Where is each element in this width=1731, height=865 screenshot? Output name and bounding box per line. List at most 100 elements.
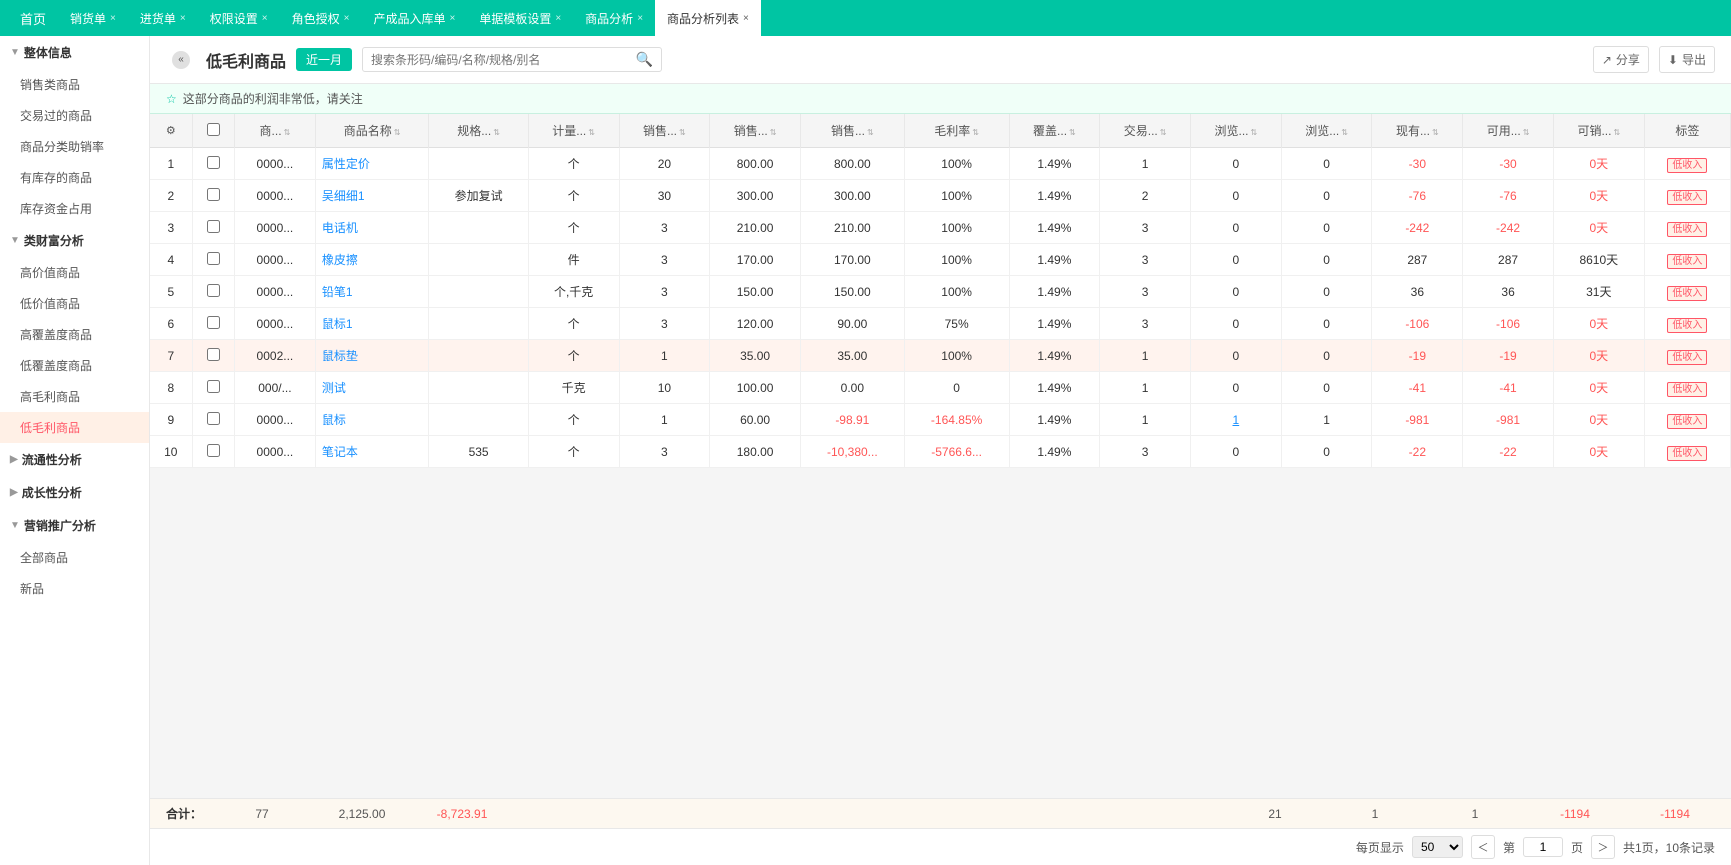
- sidebar-group-wealth[interactable]: ▼ 类财富分析: [0, 224, 149, 257]
- row-name[interactable]: 属性定价: [315, 148, 429, 180]
- row-checkbox[interactable]: [192, 276, 234, 308]
- row-checkbox[interactable]: [192, 308, 234, 340]
- row-name[interactable]: 铅笔1: [315, 276, 429, 308]
- sidebar-item-traded-products[interactable]: 交易过的商品: [0, 100, 149, 131]
- row-name[interactable]: 鼠标垫: [315, 340, 429, 372]
- nav-close-permission[interactable]: ×: [262, 13, 268, 24]
- share-button[interactable]: ↗ 分享: [1593, 46, 1649, 73]
- row-select-checkbox[interactable]: [207, 156, 220, 169]
- sidebar-group-marketing[interactable]: ▼ 营销推广分析: [0, 509, 149, 542]
- row-name[interactable]: 鼠标1: [315, 308, 429, 340]
- col-gross-rate[interactable]: 毛利率⇅: [904, 114, 1009, 148]
- row-select-checkbox[interactable]: [207, 444, 220, 457]
- sidebar-item-sales-products[interactable]: 销售类商品: [0, 69, 149, 100]
- row-checkbox[interactable]: [192, 148, 234, 180]
- row-checkbox[interactable]: [192, 212, 234, 244]
- sidebar-group-overall[interactable]: ▼ 整体信息: [0, 36, 149, 69]
- row-select-checkbox[interactable]: [207, 220, 220, 233]
- table-container[interactable]: ⚙ 商...⇅ 商品名称⇅ 规格...⇅ 计量...⇅ 销售...⇅ 销售...…: [150, 114, 1731, 798]
- sidebar: ▼ 整体信息 销售类商品 交易过的商品 商品分类助销率 有库存的商品 库存资金占…: [0, 36, 150, 865]
- per-page-select[interactable]: 50 100: [1412, 836, 1463, 858]
- col-spec[interactable]: 规格...⇅: [429, 114, 528, 148]
- sidebar-item-high-coverage[interactable]: 高覆盖度商品: [0, 319, 149, 350]
- sidebar-item-high-value[interactable]: 高价值商品: [0, 257, 149, 288]
- row-checkbox[interactable]: [192, 180, 234, 212]
- row-select-checkbox[interactable]: [207, 348, 220, 361]
- row-checkbox[interactable]: [192, 372, 234, 404]
- period-button[interactable]: 近一月: [296, 48, 352, 71]
- col-sales-amount[interactable]: 销售...⇅: [800, 114, 904, 148]
- row-select-checkbox[interactable]: [207, 188, 220, 201]
- col-trade[interactable]: 交易...⇅: [1100, 114, 1191, 148]
- sort-name-icon: ⇅: [394, 128, 401, 137]
- row-checkbox[interactable]: [192, 244, 234, 276]
- export-button[interactable]: ⬇ 导出: [1659, 46, 1715, 73]
- sidebar-item-all-products[interactable]: 全部商品: [0, 542, 149, 573]
- row-name[interactable]: 笔记本: [315, 436, 429, 468]
- nav-role[interactable]: 角色授权 ×: [280, 0, 362, 36]
- sidebar-item-stock-funds[interactable]: 库存资金占用: [0, 193, 149, 224]
- col-tag[interactable]: 标签: [1644, 114, 1730, 148]
- col-sales-qty[interactable]: 销售...⇅: [619, 114, 710, 148]
- col-sales-price[interactable]: 销售...⇅: [710, 114, 801, 148]
- search-input[interactable]: [371, 53, 636, 67]
- row-select-checkbox[interactable]: [207, 380, 220, 393]
- nav-product-analysis-list[interactable]: 商品分析列表 ×: [655, 0, 761, 36]
- nav-close-product-analysis-list[interactable]: ×: [743, 13, 749, 24]
- nav-sales[interactable]: 销货单 ×: [58, 0, 128, 36]
- row-checkbox[interactable]: [192, 436, 234, 468]
- nav-home[interactable]: 首页: [8, 0, 58, 36]
- sidebar-collapse-btn[interactable]: «: [172, 51, 190, 69]
- nav-permission[interactable]: 权限设置 ×: [198, 0, 280, 36]
- sidebar-item-category-rate[interactable]: 商品分类助销率: [0, 131, 149, 162]
- nav-close-sales[interactable]: ×: [110, 13, 116, 24]
- nav-product-analysis[interactable]: 商品分析 ×: [573, 0, 655, 36]
- row-name[interactable]: 橡皮擦: [315, 244, 429, 276]
- nav-product-entry[interactable]: 产成品入库单 ×: [361, 0, 467, 36]
- footer-sales-qty: 77: [222, 807, 302, 821]
- sidebar-group-liquidity[interactable]: ▶ 流通性分析: [0, 443, 149, 476]
- col-current[interactable]: 现有...⇅: [1372, 114, 1463, 148]
- table-row: 10 0000... 笔记本 535 个 3 180.00 -10,380...…: [150, 436, 1731, 468]
- sidebar-item-low-coverage[interactable]: 低覆盖度商品: [0, 350, 149, 381]
- nav-close-product-analysis[interactable]: ×: [637, 13, 643, 24]
- col-available[interactable]: 可用...⇅: [1463, 114, 1554, 148]
- select-all-checkbox[interactable]: [207, 123, 220, 136]
- nav-close-role[interactable]: ×: [344, 13, 350, 24]
- row-name[interactable]: 电话机: [315, 212, 429, 244]
- row-browse1[interactable]: 1: [1191, 404, 1282, 436]
- row-name[interactable]: 测试: [315, 372, 429, 404]
- col-browse1[interactable]: 浏览...⇅: [1191, 114, 1282, 148]
- col-coverage[interactable]: 覆盖...⇅: [1009, 114, 1100, 148]
- row-name[interactable]: 鼠标: [315, 404, 429, 436]
- sidebar-item-low-profit[interactable]: 低毛利商品: [0, 412, 149, 443]
- col-unit[interactable]: 计量...⇅: [528, 114, 619, 148]
- nav-close-product-entry[interactable]: ×: [449, 13, 455, 24]
- col-code[interactable]: 商...⇅: [234, 114, 315, 148]
- sidebar-item-low-value[interactable]: 低价值商品: [0, 288, 149, 319]
- sidebar-item-new-products[interactable]: 新品: [0, 573, 149, 604]
- row-select-checkbox[interactable]: [207, 316, 220, 329]
- row-select-checkbox[interactable]: [207, 412, 220, 425]
- nav-template[interactable]: 单据模板设置 ×: [467, 0, 573, 36]
- col-checkbox[interactable]: [192, 114, 234, 148]
- footer-current: -1194: [1535, 807, 1615, 821]
- nav-close-template[interactable]: ×: [555, 13, 561, 24]
- row-select-checkbox[interactable]: [207, 252, 220, 265]
- next-page-btn[interactable]: ＞: [1591, 835, 1615, 859]
- sidebar-item-in-stock[interactable]: 有库存的商品: [0, 162, 149, 193]
- row-checkbox[interactable]: [192, 404, 234, 436]
- col-browse2[interactable]: 浏览...⇅: [1281, 114, 1372, 148]
- col-settings[interactable]: ⚙: [150, 114, 192, 148]
- row-select-checkbox[interactable]: [207, 284, 220, 297]
- col-name[interactable]: 商品名称⇅: [315, 114, 429, 148]
- col-salable[interactable]: 可销...⇅: [1553, 114, 1644, 148]
- sidebar-group-growth[interactable]: ▶ 成长性分析: [0, 476, 149, 509]
- nav-purchase[interactable]: 进货单 ×: [128, 0, 198, 36]
- prev-page-btn[interactable]: ＜: [1471, 835, 1495, 859]
- row-name[interactable]: 吴细细1: [315, 180, 429, 212]
- sidebar-item-high-profit[interactable]: 高毛利商品: [0, 381, 149, 412]
- row-checkbox[interactable]: [192, 340, 234, 372]
- nav-close-purchase[interactable]: ×: [180, 13, 186, 24]
- page-number-input[interactable]: [1523, 837, 1563, 857]
